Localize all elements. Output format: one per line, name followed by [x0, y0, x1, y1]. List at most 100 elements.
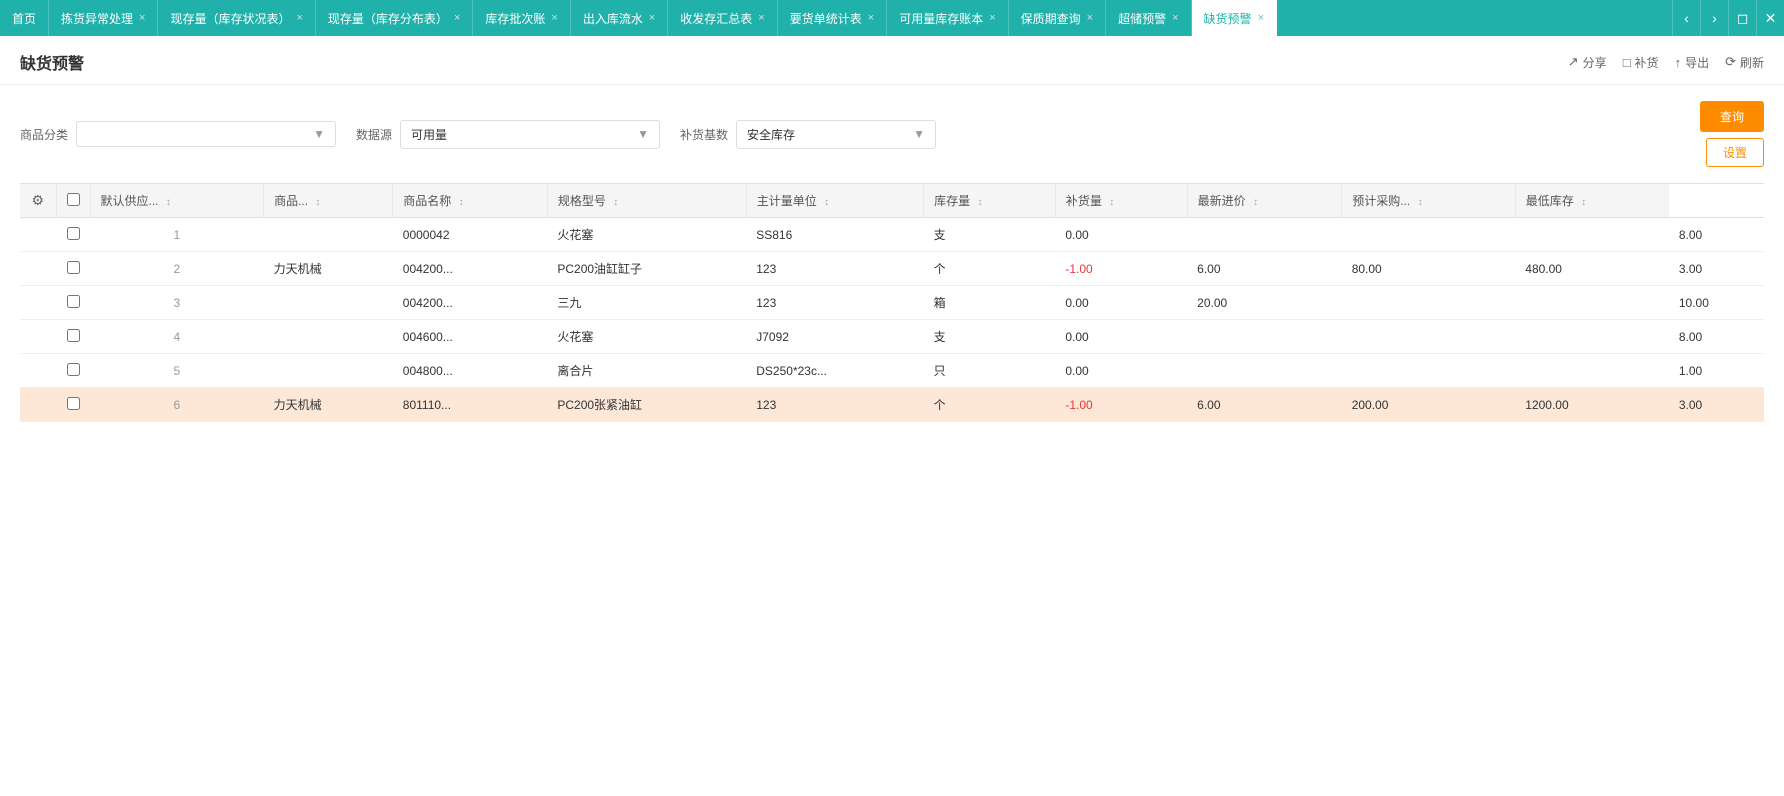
row-unit: 只	[924, 354, 1056, 388]
category-select[interactable]: ▼	[76, 121, 336, 147]
tab-label: 现存量（库存分布表）	[328, 10, 448, 27]
row-num: 6	[90, 388, 264, 422]
tab-inventory-status[interactable]: 现存量（库存状况表） ×	[158, 0, 315, 36]
row-spec: 123	[746, 252, 923, 286]
col-latest-price: 最新进价 ↕	[1187, 184, 1342, 218]
sort-icon[interactable]: ↕	[824, 197, 829, 208]
row-default-supplier	[264, 286, 393, 320]
tab-abnormal[interactable]: 拣货异常处理 ×	[49, 0, 158, 36]
category-dropdown-icon: ▼	[313, 127, 325, 141]
tab-receive-summary[interactable]: 收发存汇总表 ×	[668, 0, 777, 36]
row-est-purchase	[1515, 218, 1669, 252]
col-replenish-qty-label: 补货量	[1066, 194, 1102, 208]
share-label: 分享	[1583, 54, 1607, 71]
row-checkbox-cell	[56, 218, 90, 252]
col-min-stock-label: 最低库存	[1526, 194, 1574, 208]
row-replenish-qty: 6.00	[1187, 252, 1342, 286]
tab-close-icon[interactable]: ×	[989, 12, 995, 24]
tab-close-icon[interactable]: ×	[296, 12, 302, 24]
row-checkbox[interactable]	[67, 261, 80, 274]
tab-close-icon[interactable]: ×	[1087, 12, 1093, 24]
refresh-button[interactable]: ⟳ 刷新	[1725, 54, 1764, 71]
col-product-name-label: 商品名称	[403, 194, 451, 208]
select-all-checkbox[interactable]	[67, 193, 80, 206]
tab-close-icon[interactable]: ×	[649, 12, 655, 24]
row-min-stock: 8.00	[1669, 320, 1764, 354]
row-checkbox[interactable]	[67, 397, 80, 410]
tab-window-btn[interactable]: ◻	[1728, 0, 1756, 36]
tab-close-all-btn[interactable]: ✕	[1756, 0, 1784, 36]
replenish-button[interactable]: □ 补货	[1623, 54, 1659, 71]
row-checkbox[interactable]	[67, 363, 80, 376]
row-spec: SS816	[746, 218, 923, 252]
settings-button[interactable]: 设置	[1706, 138, 1764, 167]
tab-scroll-left-btn[interactable]: ‹	[1672, 0, 1700, 36]
sort-icon[interactable]: ↕	[1418, 197, 1423, 208]
row-product-code: 004200...	[393, 252, 548, 286]
sort-icon[interactable]: ↕	[315, 197, 320, 208]
row-checkbox[interactable]	[67, 329, 80, 342]
tab-close-icon[interactable]: ×	[758, 12, 764, 24]
replenish-basis-value: 安全库存	[747, 126, 795, 143]
tab-requisition-stat[interactable]: 要货单统计表 ×	[778, 0, 887, 36]
row-replenish-qty	[1187, 354, 1342, 388]
row-checkbox[interactable]	[67, 227, 80, 240]
datasource-value: 可用量	[411, 126, 447, 143]
sort-icon[interactable]: ↕	[459, 197, 464, 208]
tab-batch-account[interactable]: 库存批次账 ×	[473, 0, 570, 36]
datasource-dropdown-icon: ▼	[637, 127, 649, 141]
replenish-basis-dropdown-icon: ▼	[913, 127, 925, 141]
row-num: 2	[90, 252, 264, 286]
page-title: 缺货预警	[20, 50, 1568, 74]
row-latest-price	[1342, 218, 1516, 252]
row-unit: 支	[924, 218, 1056, 252]
sort-icon[interactable]: ↕	[1253, 197, 1258, 208]
table-row: 5 004800... 离合片 DS250*23c... 只 0.00 1.00	[20, 354, 1764, 388]
row-default-supplier	[264, 218, 393, 252]
tab-available-ledger[interactable]: 可用量库存账本 ×	[887, 0, 1008, 36]
tab-bar: 首页 拣货异常处理 × 现存量（库存状况表） × 现存量（库存分布表） × 库存…	[0, 0, 1784, 36]
row-settings-cell	[20, 388, 56, 422]
col-stock-qty-label: 库存量	[934, 194, 970, 208]
datasource-filter-group: 数据源 可用量 ▼	[356, 120, 660, 149]
sort-icon[interactable]: ↕	[1109, 197, 1114, 208]
tab-home[interactable]: 首页	[0, 0, 49, 36]
row-unit: 个	[924, 252, 1056, 286]
row-latest-price	[1342, 286, 1516, 320]
tab-home-label: 首页	[12, 10, 36, 27]
replenish-icon: □	[1623, 55, 1631, 70]
tab-overstock[interactable]: 超储预警 ×	[1106, 0, 1191, 36]
column-settings-icon[interactable]: ⚙	[31, 192, 44, 208]
tab-inventory-dist[interactable]: 现存量（库存分布表） ×	[316, 0, 473, 36]
tab-close-icon[interactable]: ×	[551, 12, 557, 24]
export-button[interactable]: ↑ 导出	[1675, 54, 1710, 71]
table-row: 6 力天机械 801110... PC200张紧油缸 123 个 -1.00 6…	[20, 388, 1764, 422]
tab-close-icon[interactable]: ×	[868, 12, 874, 24]
sort-icon[interactable]: ↕	[613, 197, 618, 208]
query-button[interactable]: 查询	[1700, 101, 1764, 132]
tab-shortage[interactable]: 缺货预警 ×	[1192, 0, 1277, 36]
tab-close-icon[interactable]: ×	[1258, 12, 1264, 24]
tab-label: 要货单统计表	[790, 10, 862, 27]
table-row: 2 力天机械 004200... PC200油缸缸子 123 个 -1.00 6…	[20, 252, 1764, 286]
sort-icon[interactable]: ↕	[166, 197, 171, 208]
tab-close-icon[interactable]: ×	[139, 12, 145, 24]
page-header: 缺货预警 ↗ 分享 □ 补货 ↑ 导出 ⟳ 刷新	[0, 36, 1784, 85]
datasource-select[interactable]: 可用量 ▼	[400, 120, 660, 149]
sort-icon[interactable]: ↕	[1581, 197, 1586, 208]
tab-close-icon[interactable]: ×	[454, 12, 460, 24]
row-checkbox[interactable]	[67, 295, 80, 308]
row-num: 5	[90, 354, 264, 388]
sort-icon[interactable]: ↕	[977, 197, 982, 208]
tab-inout-flow[interactable]: 出入库流水 ×	[571, 0, 668, 36]
replenish-basis-select[interactable]: 安全库存 ▼	[736, 120, 936, 149]
row-product-name: 火花塞	[547, 320, 746, 354]
tab-close-icon[interactable]: ×	[1172, 12, 1178, 24]
tab-scroll-right-btn[interactable]: ›	[1700, 0, 1728, 36]
row-stock-qty: 0.00	[1055, 320, 1187, 354]
row-est-purchase	[1515, 354, 1669, 388]
row-checkbox-cell	[56, 320, 90, 354]
tab-expiry-query[interactable]: 保质期查询 ×	[1009, 0, 1106, 36]
col-product-code: 商品... ↕	[264, 184, 393, 218]
share-button[interactable]: ↗ 分享	[1568, 54, 1607, 71]
